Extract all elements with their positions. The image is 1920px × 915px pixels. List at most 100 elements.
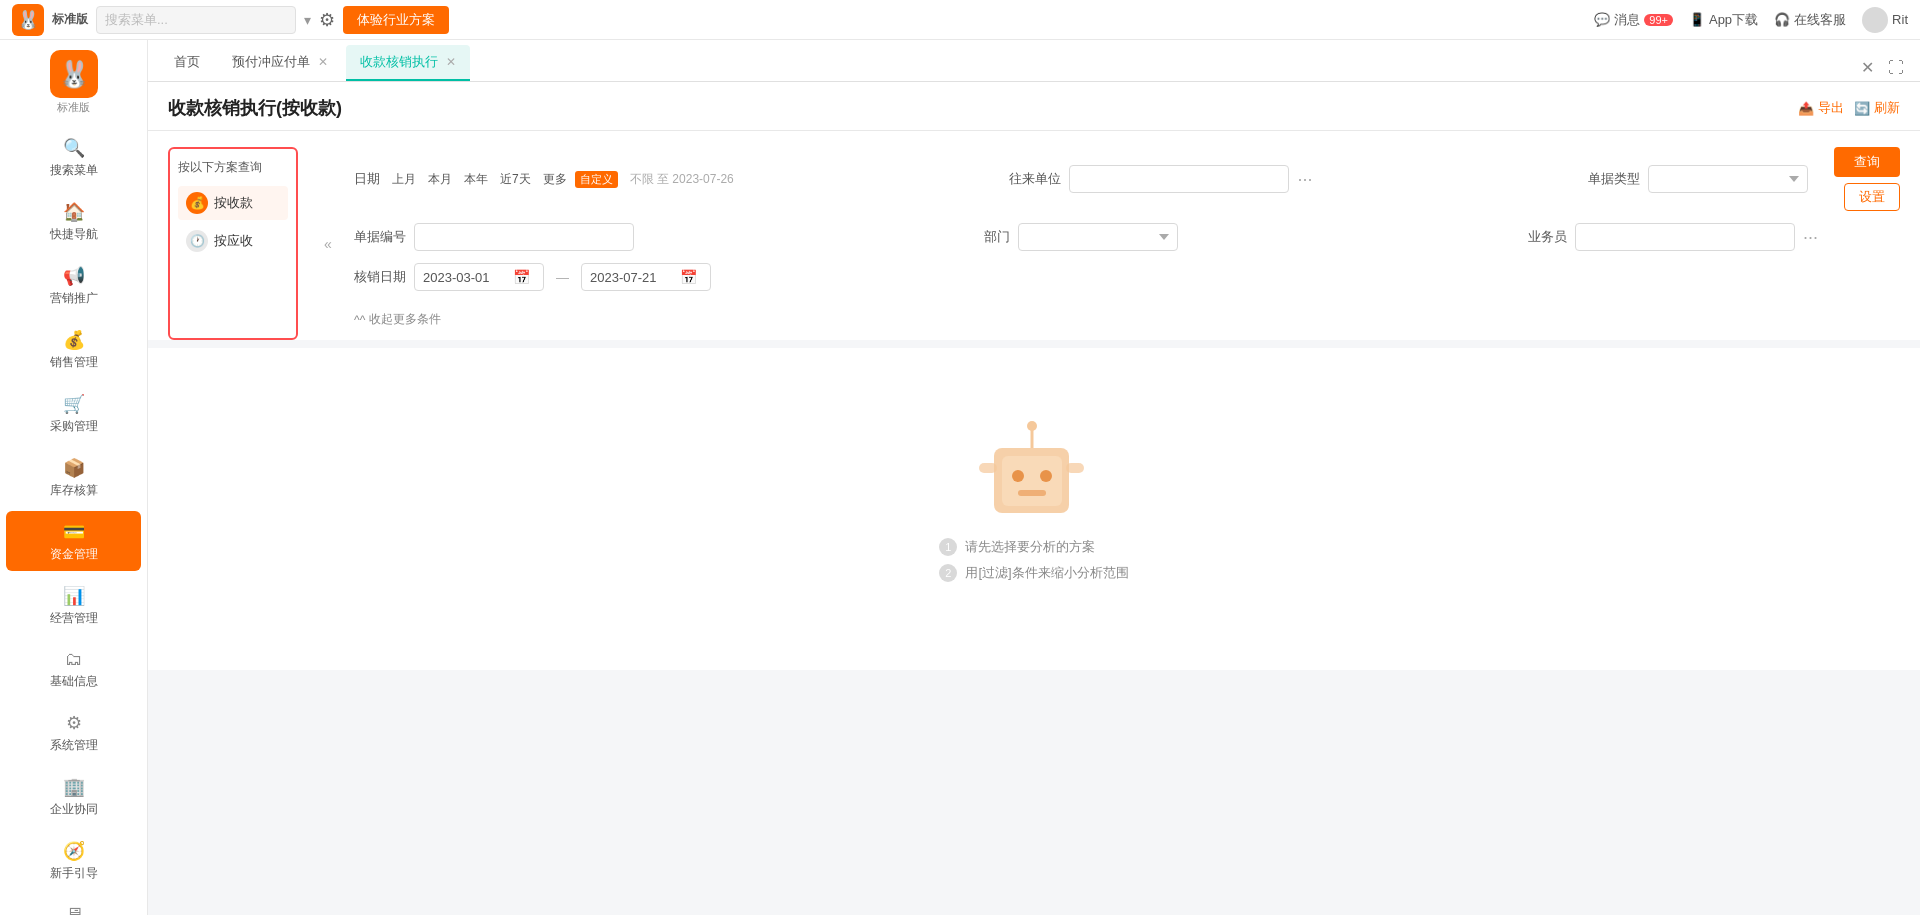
chevron-up-icon: ^^ — [354, 313, 365, 327]
avatar — [1862, 7, 1888, 33]
collapse-more-btn[interactable]: ^^ 收起更多条件 — [354, 303, 1900, 340]
username: Rit — [1892, 12, 1908, 27]
tab-home[interactable]: 首页 — [160, 45, 214, 81]
sidebar-item-hardware[interactable]: 🖥 智能硬件 — [6, 894, 141, 915]
verify-date-end-input[interactable] — [590, 270, 680, 285]
filter-receipt-label: 按收款 — [214, 194, 253, 212]
tab-collect-close[interactable]: ✕ — [446, 55, 456, 69]
staff-field: 业务员 ··· — [1528, 223, 1818, 251]
svg-point-6 — [1027, 421, 1037, 431]
app-logo: 🐰 — [12, 4, 44, 36]
inventory-icon: 📦 — [63, 457, 85, 479]
staff-more-btn[interactable]: ··· — [1803, 227, 1818, 248]
dept-field: 部门 — [984, 223, 1178, 251]
date-this-month[interactable]: 本月 — [424, 170, 456, 189]
tab-prepay-label: 预付冲应付单 — [232, 53, 310, 71]
online-service-item[interactable]: 🎧 在线客服 — [1774, 11, 1846, 29]
message-icon: 💬 — [1594, 12, 1610, 27]
date-shortcut-group: 上月 本月 本年 近7天 更多 自定义 — [388, 170, 618, 189]
counterparty-input[interactable] — [1069, 165, 1289, 193]
purchase-icon: 🛒 — [63, 393, 85, 415]
empty-svg — [974, 408, 1094, 518]
message-item[interactable]: 💬 消息 99+ — [1594, 11, 1673, 29]
counterparty-label: 往来单位 — [1009, 170, 1061, 188]
export-button[interactable]: 📤 导出 — [1798, 99, 1844, 117]
sidebar-item-business[interactable]: 📊 经营管理 — [6, 575, 141, 635]
tip-text-2: 用[过滤]条件来缩小分析范围 — [965, 564, 1128, 582]
svg-rect-1 — [1002, 456, 1062, 506]
tab-collect[interactable]: 收款核销执行 ✕ — [346, 45, 470, 81]
tab-prepay-close[interactable]: ✕ — [318, 55, 328, 69]
date-label: 日期 — [354, 170, 380, 188]
date-custom-badge[interactable]: 自定义 — [575, 171, 618, 188]
verify-date-start-input[interactable] — [423, 270, 513, 285]
date-range-display: 不限 至 2023-07-26 — [630, 172, 734, 186]
sidebar-item-basic[interactable]: 🗂 基础信息 — [6, 639, 141, 698]
sidebar-item-system[interactable]: ⚙ 系统管理 — [6, 702, 141, 762]
calendar-start-icon[interactable]: 📅 — [513, 269, 530, 285]
page-search-input[interactable]: 搜索菜单... — [96, 6, 296, 34]
topbar-left: 🐰 标准版 搜索菜单... ▾ ⚙ 体验行业方案 — [12, 4, 449, 36]
sidebar-item-finance[interactable]: 💳 资金管理 — [6, 511, 141, 571]
sidebar-item-quick-nav[interactable]: 🏠 快捷导航 — [6, 191, 141, 251]
sales-icon: 💰 — [63, 329, 85, 351]
sidebar-item-enterprise[interactable]: 🏢 企业协同 — [6, 766, 141, 826]
marketing-icon: 📢 — [63, 265, 85, 287]
sidebar-label-quick-nav: 快捷导航 — [50, 226, 98, 243]
empty-tip-2: 2 用[过滤]条件来缩小分析范围 — [939, 564, 1128, 582]
receipt-icon: 💰 — [186, 192, 208, 214]
system-icon: ⚙ — [66, 712, 82, 734]
tabbar-actions: ✕ ⛶ — [1857, 54, 1908, 81]
dropdown-icon[interactable]: ▾ — [304, 12, 311, 28]
query-row-2: 单据编号 部门 — [354, 223, 1900, 251]
staff-label: 业务员 — [1528, 228, 1567, 246]
verify-date-start-box[interactable]: 📅 — [414, 263, 544, 291]
refresh-button[interactable]: 🔄 刷新 — [1854, 99, 1900, 117]
dept-select[interactable] — [1018, 223, 1178, 251]
date-7days[interactable]: 近7天 — [496, 170, 535, 189]
tab-close-all-btn[interactable]: ✕ — [1857, 54, 1878, 81]
staff-input[interactable] — [1575, 223, 1795, 251]
refresh-label: 刷新 — [1874, 99, 1900, 117]
app-label: App下载 — [1709, 11, 1758, 29]
gear-icon[interactable]: ⚙ — [319, 9, 335, 31]
doc-type-field: 单据类型 — [1588, 165, 1808, 193]
sidebar-item-search[interactable]: 🔍 搜索菜单 — [6, 127, 141, 187]
empty-tip-1: 1 请先选择要分析的方案 — [939, 538, 1128, 556]
solution-button[interactable]: 体验行业方案 — [343, 6, 449, 34]
sidebar-item-purchase[interactable]: 🛒 采购管理 — [6, 383, 141, 443]
query-button[interactable]: 查询 — [1834, 147, 1900, 177]
sidebar-item-sales[interactable]: 💰 销售管理 — [6, 319, 141, 379]
basic-icon: 🗂 — [65, 649, 83, 670]
filter-panel: 按以下方案查询 💰 按收款 🕐 按应收 — [168, 147, 298, 340]
tabbar: 首页 预付冲应付单 ✕ 收款核销执行 ✕ ✕ ⛶ — [148, 40, 1920, 82]
setting-button[interactable]: 设置 — [1844, 183, 1900, 211]
query-row-1: 日期 上月 本月 本年 近7天 更多 自定义 不限 至 2023-07-26 — [354, 147, 1900, 211]
filter-by-receipt[interactable]: 💰 按收款 — [178, 186, 288, 220]
date-this-year[interactable]: 本年 — [460, 170, 492, 189]
sidebar: 🐰 标准版 🔍 搜索菜单 🏠 快捷导航 📢 营销推广 💰 销售管理 🛒 采购管理… — [0, 40, 148, 915]
verify-date-end-box[interactable]: 📅 — [581, 263, 711, 291]
hardware-icon: 🖥 — [65, 904, 83, 915]
tab-expand-btn[interactable]: ⛶ — [1884, 55, 1908, 81]
date-last-month[interactable]: 上月 — [388, 170, 420, 189]
filter-by-receivable[interactable]: 🕐 按应收 — [178, 224, 288, 258]
app-download-item[interactable]: 📱 App下载 — [1689, 11, 1758, 29]
sidebar-label-inventory: 库存核算 — [50, 482, 98, 499]
tab-prepay[interactable]: 预付冲应付单 ✕ — [218, 45, 342, 81]
counterparty-more-btn[interactable]: ··· — [1297, 169, 1312, 190]
collapse-filter-btn[interactable]: « — [318, 236, 338, 252]
sidebar-item-marketing[interactable]: 📢 营销推广 — [6, 255, 141, 315]
user-area[interactable]: Rit — [1862, 7, 1908, 33]
doc-type-select[interactable] — [1648, 165, 1808, 193]
message-label: 消息 — [1614, 11, 1640, 29]
date-more[interactable]: 更多 — [539, 170, 571, 189]
date-range-text: 不限 至 2023-07-26 — [630, 171, 734, 188]
sidebar-item-inventory[interactable]: 📦 库存核算 — [6, 447, 141, 507]
svg-rect-4 — [1018, 490, 1046, 496]
calendar-end-icon[interactable]: 📅 — [680, 269, 697, 285]
filter-receivable-label: 按应收 — [214, 232, 253, 250]
sidebar-label-system: 系统管理 — [50, 737, 98, 754]
sidebar-item-guide[interactable]: 🧭 新手引导 — [6, 830, 141, 890]
doc-no-input[interactable] — [414, 223, 634, 251]
